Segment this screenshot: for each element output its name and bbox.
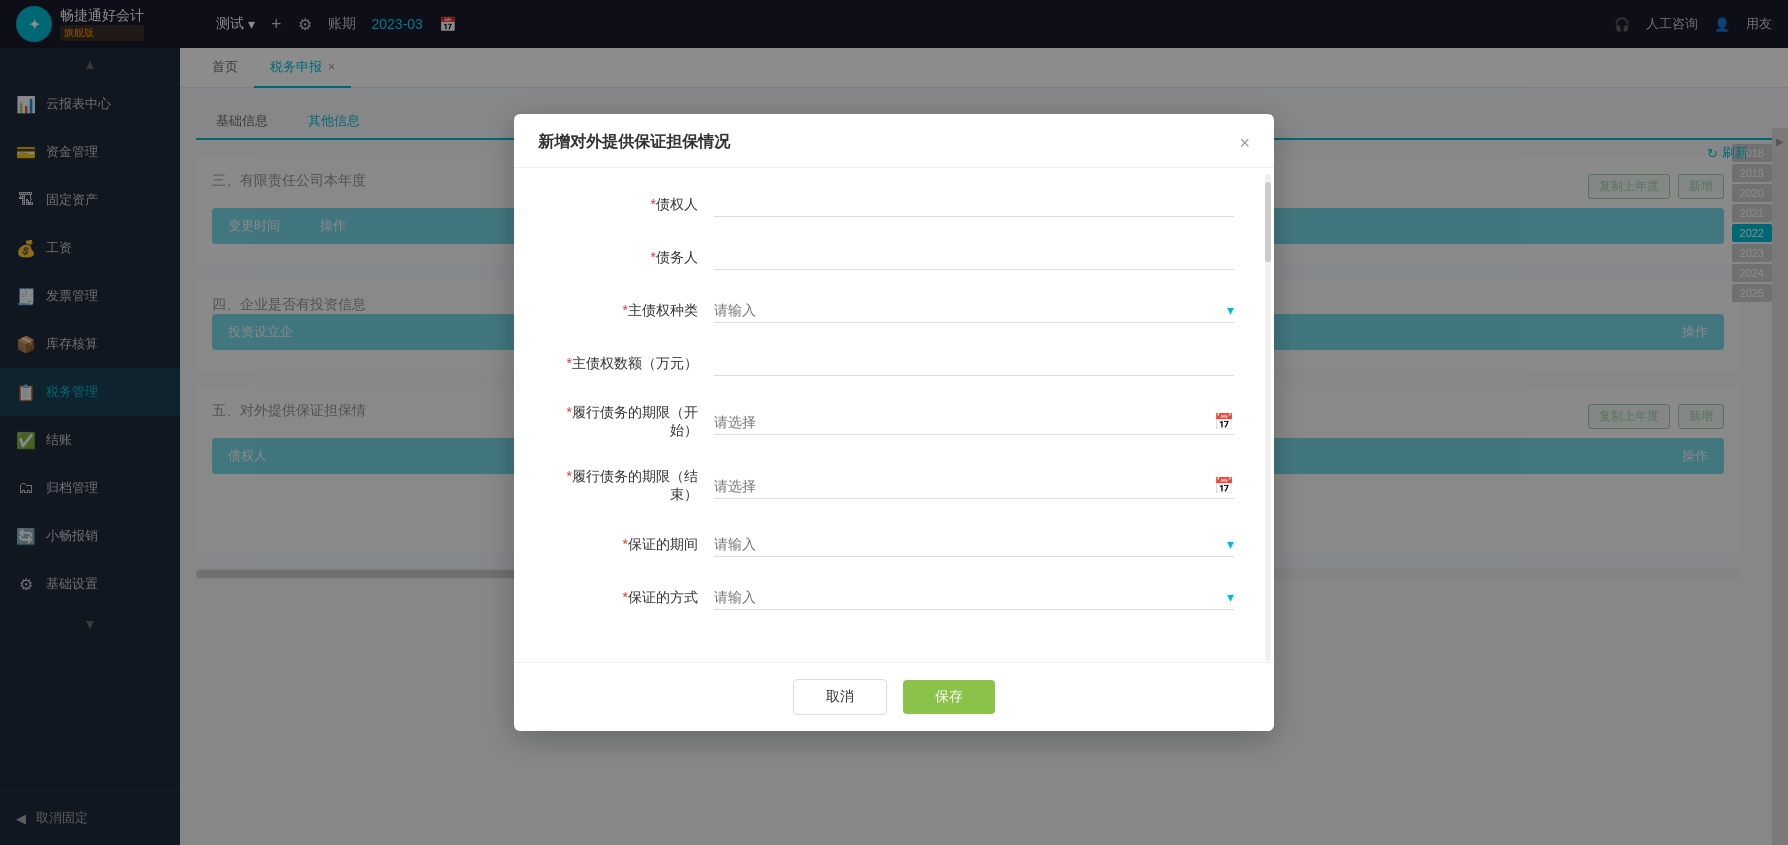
modal-overlay: 新增对外提供保证担保情况 × *债权人 *债务人 *主债权种类 (0, 0, 1788, 845)
date-wrapper-start: 📅 (714, 410, 1234, 435)
scroll-track (1265, 174, 1271, 661)
form-row-creditor: *债权人 (554, 192, 1234, 217)
dialog-body: *债权人 *债务人 *主债权种类 ▾ (514, 168, 1274, 662)
select-wrapper-guarantee-method: ▾ (714, 585, 1234, 610)
calendar-start-icon[interactable]: 📅 (1214, 412, 1234, 431)
label-duty-start: *履行债务的期限（开始） (554, 404, 714, 440)
select-wrapper-guarantee-period: ▾ (714, 532, 1234, 557)
dialog-header: 新增对外提供保证担保情况 × (514, 114, 1274, 168)
dialog-scrollbar[interactable] (1262, 174, 1274, 661)
chevron-down-icon-period[interactable]: ▾ (1227, 536, 1234, 552)
label-guarantee-period: *保证的期间 (554, 536, 714, 554)
calendar-end-icon[interactable]: 📅 (1214, 476, 1234, 495)
input-guarantee-period[interactable] (714, 532, 1227, 556)
form-row-claim-type: *主债权种类 ▾ (554, 298, 1234, 323)
input-claim-type[interactable] (714, 298, 1227, 322)
input-creditor[interactable] (714, 192, 1234, 217)
form-row-debtor: *债务人 (554, 245, 1234, 270)
save-button[interactable]: 保存 (903, 680, 995, 714)
label-creditor: *债权人 (554, 196, 714, 214)
date-wrapper-end: 📅 (714, 474, 1234, 499)
label-debtor: *债务人 (554, 249, 714, 267)
label-guarantee-method: *保证的方式 (554, 589, 714, 607)
input-duty-end[interactable] (714, 474, 1214, 498)
dialog: 新增对外提供保证担保情况 × *债权人 *债务人 *主债权种类 (514, 114, 1274, 731)
label-claim-type: *主债权种类 (554, 302, 714, 320)
form-row-duty-end: *履行债务的期限（结束） 📅 (554, 468, 1234, 504)
form-row-claim-amount: *主债权数额（万元） (554, 351, 1234, 376)
form-row-duty-start: *履行债务的期限（开始） 📅 (554, 404, 1234, 440)
cancel-button[interactable]: 取消 (793, 679, 887, 715)
form-row-guarantee-period: *保证的期间 ▾ (554, 532, 1234, 557)
select-wrapper-claim-type: ▾ (714, 298, 1234, 323)
chevron-down-icon-method[interactable]: ▾ (1227, 589, 1234, 605)
dialog-footer: 取消 保存 (514, 662, 1274, 731)
dialog-close-btn[interactable]: × (1239, 134, 1250, 152)
label-claim-amount: *主债权数额（万元） (554, 355, 714, 373)
input-claim-amount[interactable] (714, 351, 1234, 376)
input-duty-start[interactable] (714, 410, 1214, 434)
chevron-down-icon-claim[interactable]: ▾ (1227, 302, 1234, 318)
scroll-thumb (1265, 182, 1271, 262)
label-duty-end: *履行债务的期限（结束） (554, 468, 714, 504)
form-row-guarantee-method: *保证的方式 ▾ (554, 585, 1234, 610)
dialog-title: 新增对外提供保证担保情况 (538, 132, 730, 153)
input-debtor[interactable] (714, 245, 1234, 270)
input-guarantee-method[interactable] (714, 585, 1227, 609)
